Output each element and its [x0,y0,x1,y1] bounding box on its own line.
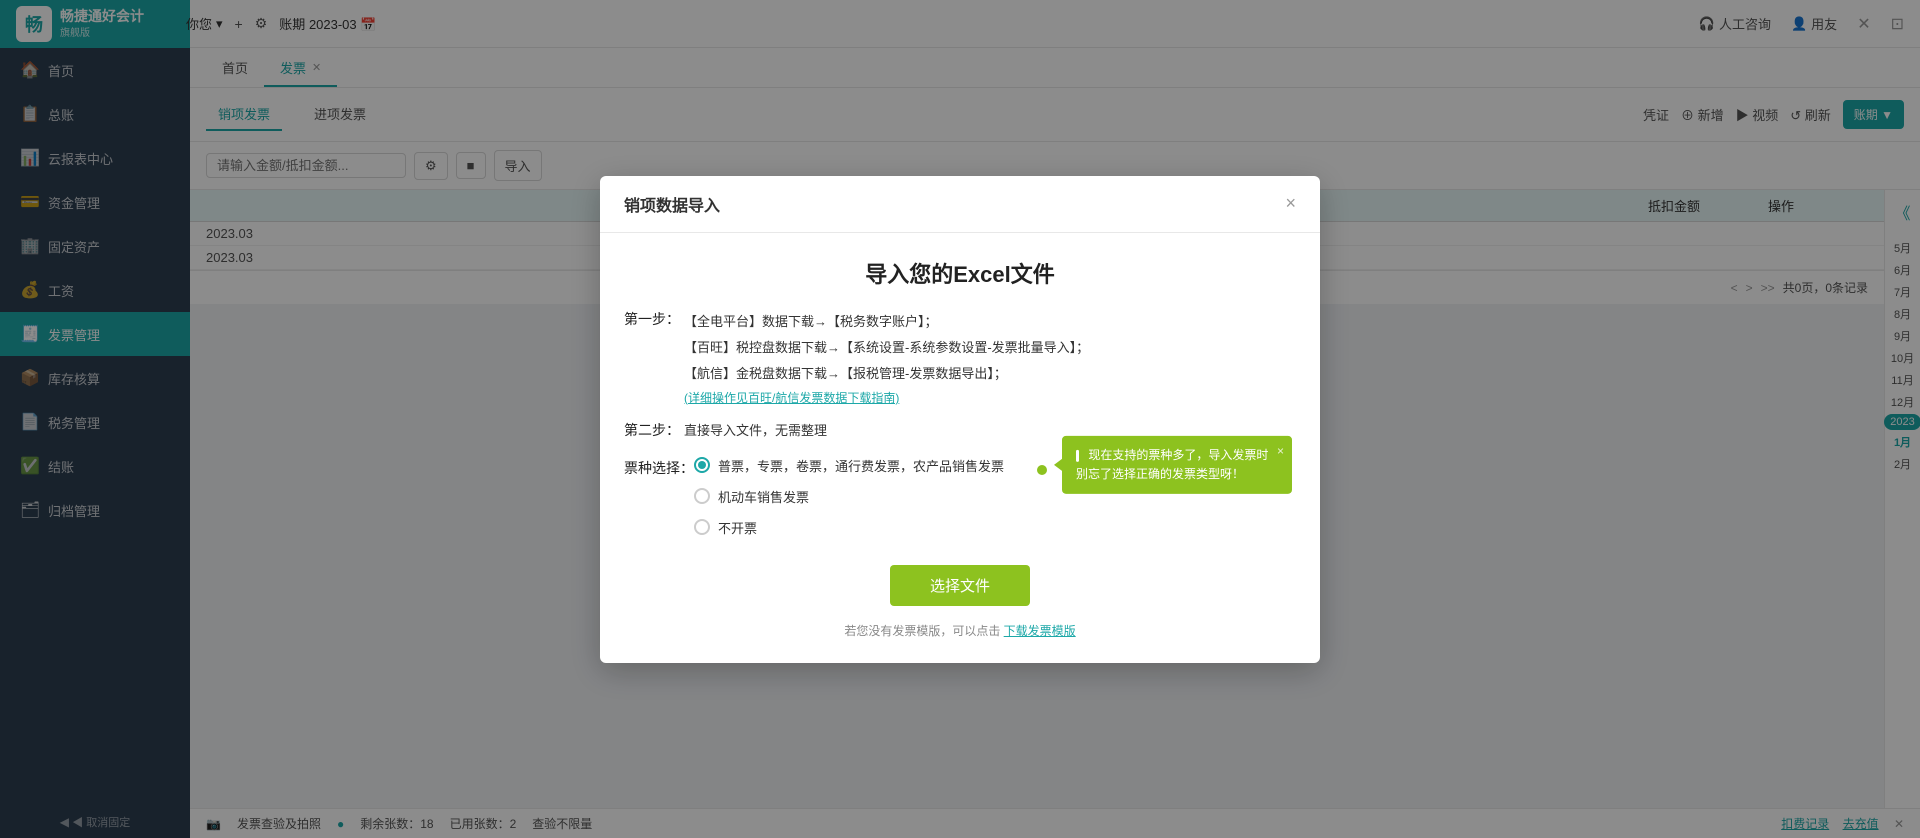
step2-content: 直接导入文件，无需整理 [684,420,827,439]
step1-content-row: 第一步： 【全电平台】数据下载→【税务数字账户】； 【百旺】税控盘数据下载→【系… [624,309,1296,406]
radio-1-circle[interactable] [694,457,710,473]
footer-text: 若您没有发票模版，可以点击 [844,624,1000,638]
radio-row-1: 普票，专票，卷票，通行费发票，农产品销售发票 现在支持的票种多了，导入发票时别忘… [694,456,1032,475]
step1-label: 第一步： [624,309,684,406]
select-file-area: 选择文件 [624,565,1296,606]
download-template-link[interactable]: 下载发票模版 [1004,624,1076,638]
radio-3-label: 不开票 [718,518,757,537]
radio-1-inner: 普票，专票，卷票，通行费发票，农产品销售发票 [694,456,1032,475]
tooltip-close-btn[interactable]: × [1277,442,1284,461]
step1-link-row: (详细操作见百旺/航信发票数据下载指南) [684,389,1089,406]
ticket-label: 票种选择： [624,456,694,537]
step1-row: 第一步： 【全电平台】数据下载→【税务数字账户】； 【百旺】税控盘数据下载→【系… [624,309,1296,406]
modal-overlay: 销项数据导入 × 导入您的Excel文件 第一步： 【全电平台】数据下载→【税务… [0,0,1920,838]
connector-dot [1037,465,1047,475]
import-modal: 销项数据导入 × 导入您的Excel文件 第一步： 【全电平台】数据下载→【税务… [600,176,1320,663]
step1-line2: 【百旺】税控盘数据下载→【系统设置-系统参数设置-发票批量导入】； [684,335,1089,361]
select-file-button[interactable]: 选择文件 [890,565,1030,606]
step1-lines: 【全电平台】数据下载→【税务数字账户】； 【百旺】税控盘数据下载→【系统设置-系… [684,309,1089,406]
ticket-tooltip: 现在支持的票种多了，导入发票时别忘了选择正确的发票类型呀！ × [1062,436,1292,494]
radio-group: 普票，专票，卷票，通行费发票，农产品销售发票 现在支持的票种多了，导入发票时别忘… [694,456,1032,537]
step1-line1: 【全电平台】数据下载→【税务数字账户】； [684,309,1089,335]
step2-label: 第二步： [624,420,684,440]
radio-row-2: 机动车销售发票 [694,487,1032,506]
step1-guide-link[interactable]: (详细操作见百旺/航信发票数据下载指南) [684,391,899,405]
radio-3-circle[interactable] [694,519,710,535]
tooltip-text: 现在支持的票种多了，导入发票时别忘了选择正确的发票类型呀！ [1076,448,1268,481]
radio-row-3: 不开票 [694,518,1032,537]
step1-line3: 【航信】金税盘数据下载→【报税管理-发票数据导出】； [684,361,1089,387]
radio-2-label: 机动车销售发票 [718,487,809,506]
ticket-selection: 票种选择： 普票，专票，卷票，通行费发票，农产品销售发票 [624,456,1296,537]
tooltip-bar [1076,450,1079,462]
modal-big-title: 导入您的Excel文件 [624,257,1296,289]
modal-footer: 若您没有发票模版，可以点击 下载发票模版 [624,622,1296,639]
modal-header: 销项数据导入 × [600,176,1320,233]
radio-2-circle[interactable] [694,488,710,504]
modal-close-btn[interactable]: × [1285,193,1296,214]
radio-1-label: 普票，专票，卷票，通行费发票，农产品销售发票 [718,456,1004,475]
modal-title: 销项数据导入 [624,192,720,216]
modal-body: 导入您的Excel文件 第一步： 【全电平台】数据下载→【税务数字账户】； 【百… [600,233,1320,663]
